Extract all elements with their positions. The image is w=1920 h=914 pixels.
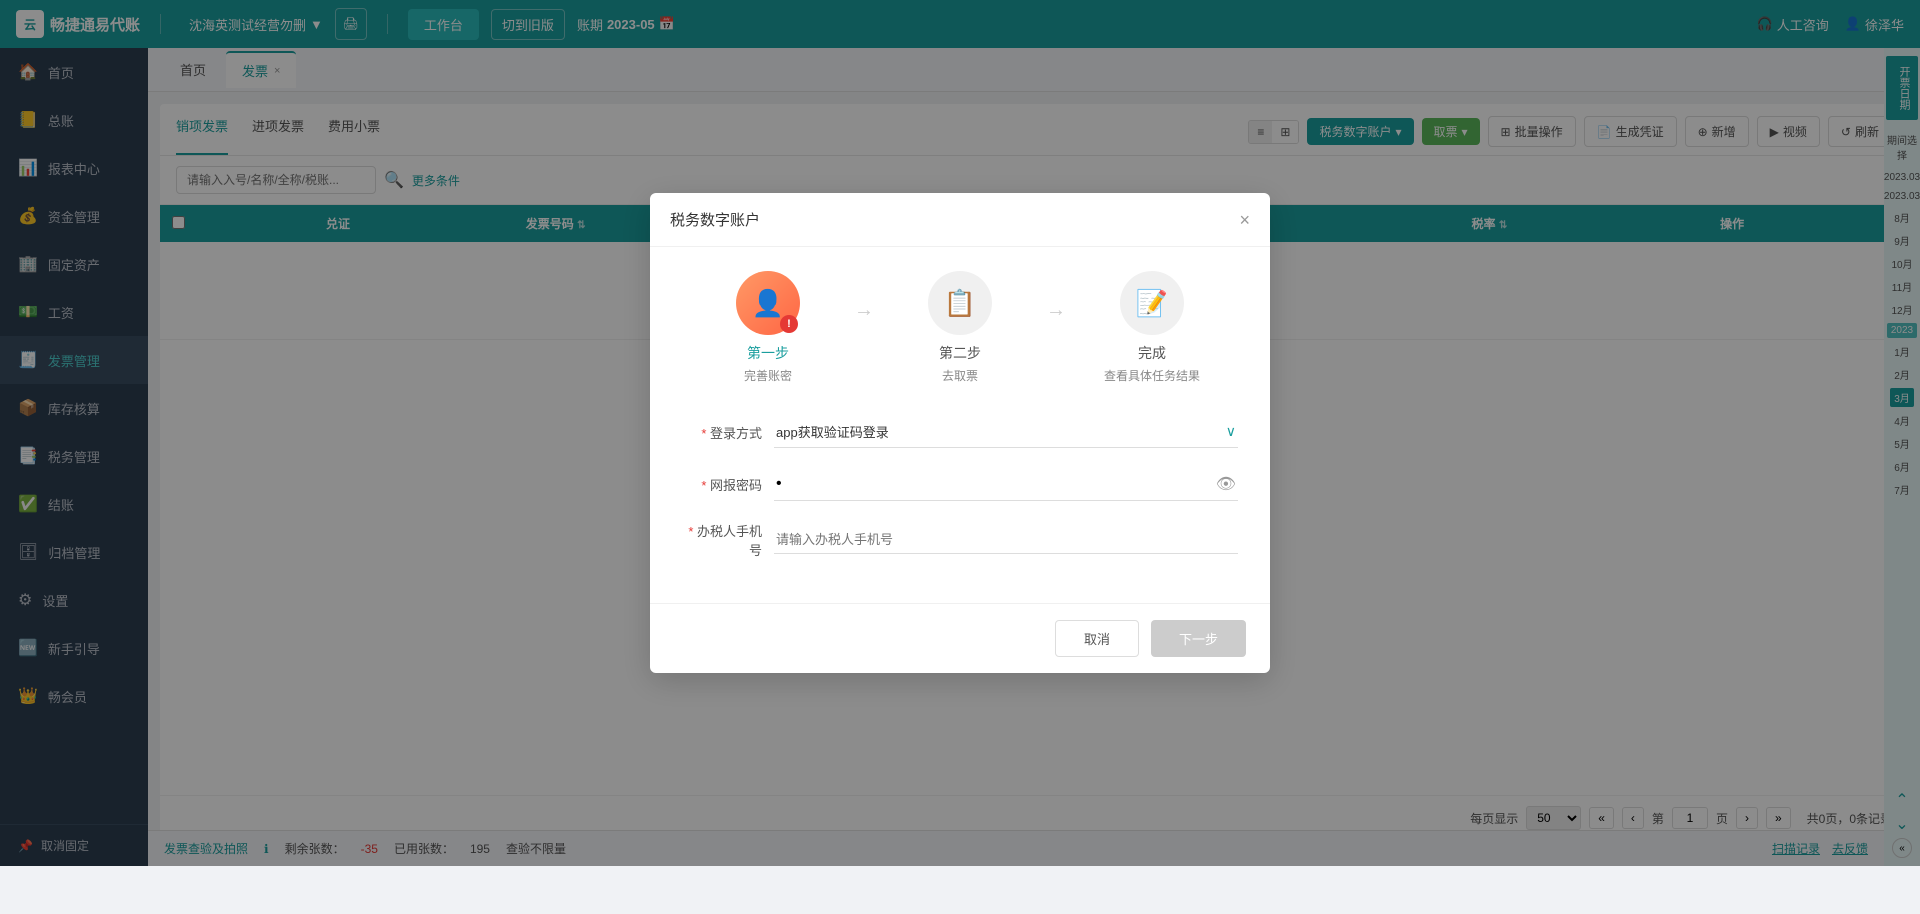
login-method-label: 登录方式 [682, 423, 762, 442]
step1-badge: ! [780, 315, 798, 333]
tax-digital-account-modal: 税务数字账户 × 👤 ! 第一步 完善账密 → [650, 193, 1270, 673]
step3-icon: 📝 [1136, 288, 1168, 319]
step3-title: 完成 [1138, 343, 1166, 363]
password-label: 网报密码 [682, 475, 762, 494]
step-complete: 📝 完成 查看具体任务结果 [1066, 271, 1238, 384]
phone-input[interactable] [774, 526, 1238, 554]
step-arrow-2: → [1046, 299, 1066, 322]
next-button[interactable]: 下一步 [1151, 620, 1246, 657]
step2-title: 第二步 [939, 343, 981, 363]
modal-overlay: 税务数字账户 × 👤 ! 第一步 完善账密 → [0, 0, 1920, 866]
step1-title: 第一步 [747, 343, 789, 363]
step-1: 👤 ! 第一步 完善账密 [682, 271, 854, 384]
step1-icon-wrap: 👤 ! [736, 271, 800, 335]
step2-icon-wrap: 📋 [928, 271, 992, 335]
step-arrow-1: → [854, 299, 874, 322]
step-2: 📋 第二步 去取票 [874, 271, 1046, 384]
step2-desc: 去取票 [942, 367, 978, 384]
login-method-arrow-icon: ∨ [1226, 423, 1236, 440]
step2-icon: 📋 [944, 288, 976, 319]
password-input[interactable] [776, 475, 1216, 493]
step3-desc: 查看具体任务结果 [1104, 367, 1200, 384]
modal-header: 税务数字账户 × [650, 193, 1270, 247]
steps-indicator: 👤 ! 第一步 完善账密 → 📋 第二步 去取票 → [682, 271, 1238, 384]
modal-title: 税务数字账户 [670, 209, 760, 230]
step1-desc: 完善账密 [744, 367, 792, 384]
login-method-select[interactable]: app获取验证码登录 ∨ [774, 416, 1238, 448]
cancel-button[interactable]: 取消 [1055, 620, 1139, 657]
modal-footer: 取消 下一步 [650, 603, 1270, 673]
phone-row: 办税人手机号 [682, 521, 1238, 559]
step3-icon-wrap: 📝 [1120, 271, 1184, 335]
password-wrap: 👁 [774, 468, 1238, 501]
login-method-row: 登录方式 app获取验证码登录 ∨ [682, 416, 1238, 448]
step1-icon: 👤 [752, 288, 784, 319]
modal-close-button[interactable]: × [1239, 211, 1250, 229]
login-method-value: app获取验证码登录 [776, 422, 1226, 441]
modal-body: 👤 ! 第一步 完善账密 → 📋 第二步 去取票 → [650, 247, 1270, 603]
eye-icon[interactable]: 👁 [1216, 474, 1236, 494]
phone-label: 办税人手机号 [682, 521, 762, 559]
password-row: 网报密码 👁 [682, 468, 1238, 501]
